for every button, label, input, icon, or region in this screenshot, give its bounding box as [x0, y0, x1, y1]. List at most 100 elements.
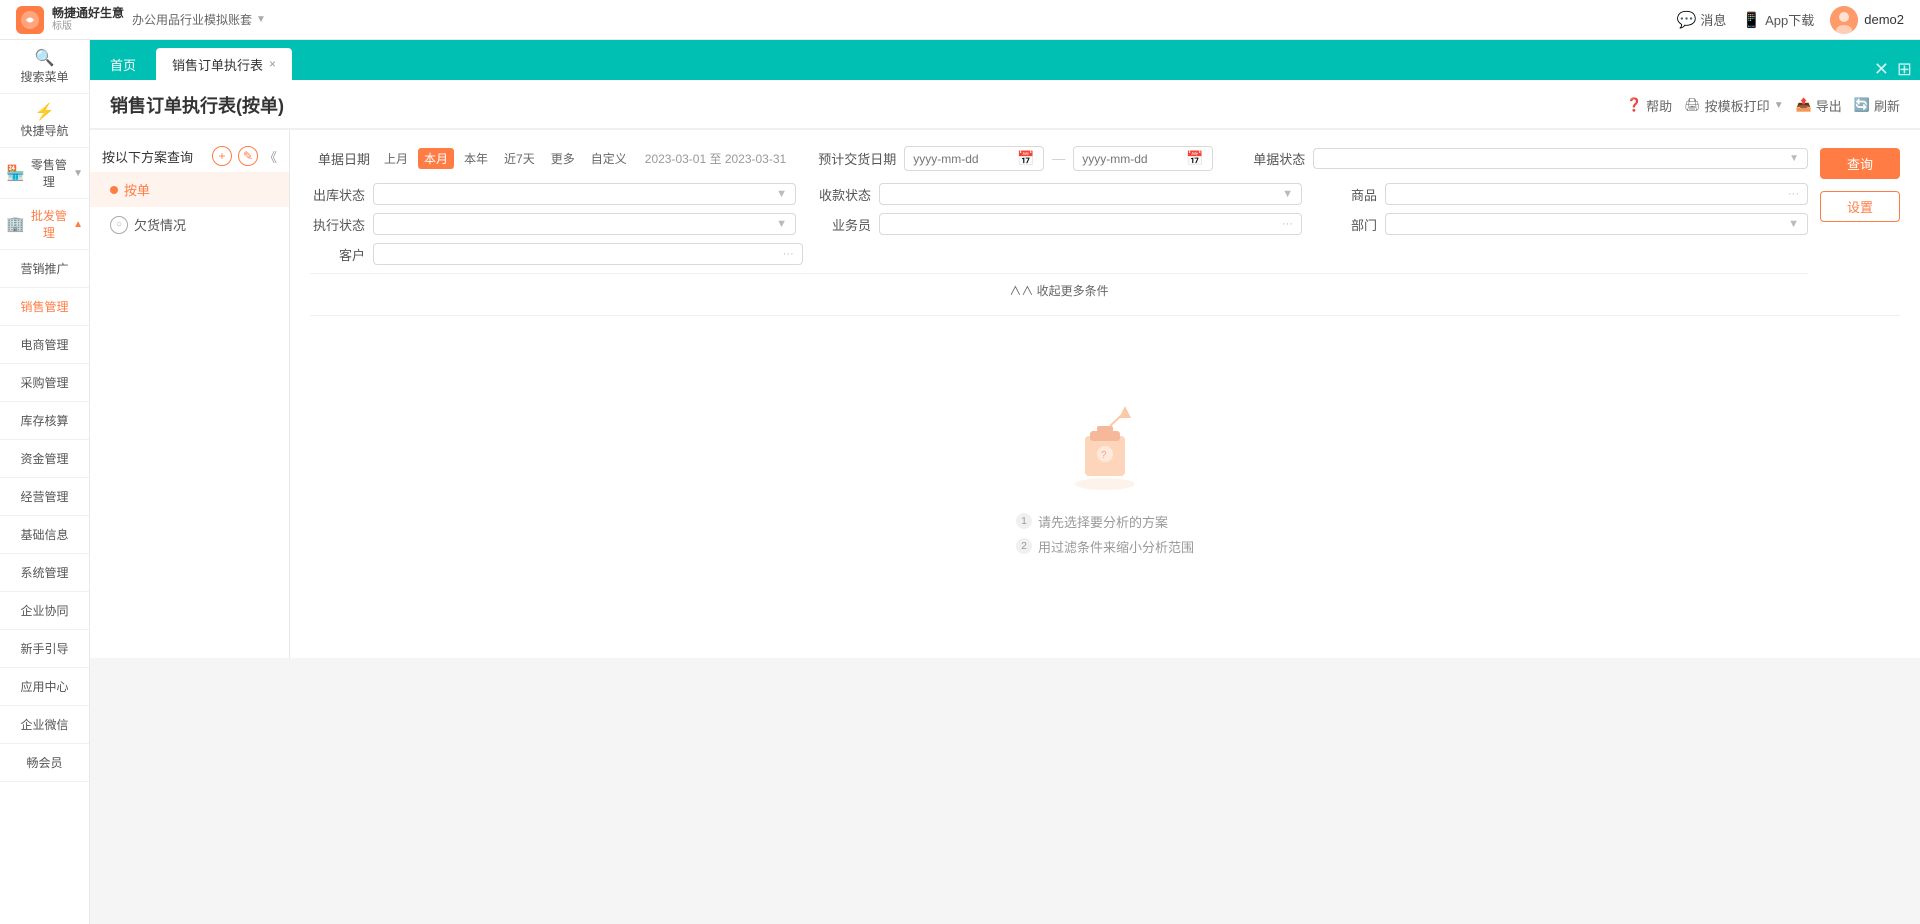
calendar-end-icon[interactable]: 📅: [1186, 150, 1203, 167]
sidebar-item-base[interactable]: 基础信息: [0, 516, 89, 554]
sidebar-item-enterprise[interactable]: 企业协同: [0, 592, 89, 630]
edit-scheme-button[interactable]: ✎: [238, 146, 258, 166]
sidebar-item-newuser[interactable]: 新手引导: [0, 630, 89, 668]
retail-arrow-icon: ▼: [73, 168, 83, 179]
calendar-start-icon[interactable]: 📅: [1017, 150, 1034, 167]
svg-text:?: ?: [1101, 450, 1107, 461]
sidebar-item-marketing[interactable]: 营销推广: [0, 250, 89, 288]
scheme-item-shortage[interactable]: ○ 欠货情况: [90, 207, 289, 242]
date-tab-lastmonth[interactable]: 上月: [378, 148, 414, 169]
outbound-select[interactable]: ▼: [373, 183, 796, 205]
sidebar-item-finance[interactable]: 资金管理: [0, 440, 89, 478]
dept-filter-label: 部门: [1322, 215, 1377, 234]
export-button[interactable]: 📤 导出: [1796, 96, 1842, 115]
date-tab-7days[interactable]: 近7天: [498, 148, 541, 169]
member-label: 畅会员: [6, 754, 83, 771]
help-button[interactable]: ❓ 帮助: [1626, 96, 1672, 115]
app-name: 畅捷通好生意: [52, 6, 124, 20]
receipt-select[interactable]: ▼: [879, 183, 1302, 205]
sidebar-item-search[interactable]: 🔍 搜索菜单: [0, 40, 89, 94]
exec-select[interactable]: ▼: [373, 213, 796, 235]
collapse-more-button[interactable]: ∧∧ 收起更多条件: [310, 273, 1808, 307]
two-panel: 按以下方案查询 + ✎ 《 按单 ○: [90, 130, 1920, 658]
date-range-text: 2023-03-01 至 2023-03-31: [645, 150, 786, 167]
user-area[interactable]: demo2: [1830, 6, 1904, 34]
sidebar-item-inventory[interactable]: 库存核算: [0, 402, 89, 440]
tab-sales-order[interactable]: 销售订单执行表 ×: [156, 48, 292, 80]
tab-close-window-icon[interactable]: ✕: [1874, 59, 1889, 80]
collapse-panel-button[interactable]: 《: [264, 147, 277, 166]
app-download-button[interactable]: 📱 App下载: [1742, 10, 1814, 29]
left-panel-header: 按以下方案查询 + ✎ 《: [90, 140, 289, 172]
purchase-label: 采购管理: [6, 374, 83, 391]
filter-row-2: 出库状态 ▼ 收款状态: [310, 183, 1808, 205]
goods-filter-cell: 商品 ···: [1322, 183, 1808, 205]
scheme-item-order[interactable]: 按单: [90, 172, 289, 207]
sidebar-item-purchase[interactable]: 采购管理: [0, 364, 89, 402]
add-scheme-button[interactable]: +: [212, 146, 232, 166]
wholesale-arrow-icon: ▲: [73, 219, 83, 230]
username-label: demo2: [1864, 12, 1904, 27]
salesman-filter-cell: 业务员 ···: [816, 213, 1302, 235]
dept-arrow-icon: ▼: [1788, 218, 1799, 230]
sidebar-item-ecommerce[interactable]: 电商管理: [0, 326, 89, 364]
expected-date-end-field[interactable]: [1082, 152, 1182, 166]
marketing-label: 营销推广: [6, 260, 83, 277]
expected-date-start-field[interactable]: [913, 152, 1013, 166]
tip1-text: 请先选择要分析的方案: [1038, 512, 1168, 531]
receipt-arrow-icon: ▼: [1282, 188, 1293, 200]
wholesale-icon: 🏢: [6, 215, 25, 233]
print-template-button[interactable]: 🖨 按模板打印 ▼: [1684, 96, 1783, 115]
message-button[interactable]: 💬 消息: [1676, 10, 1726, 30]
sidebar-item-operations[interactable]: 经营管理: [0, 478, 89, 516]
collapse-arrow-icon: ∧∧: [1009, 284, 1033, 298]
message-icon: 💬: [1676, 10, 1696, 30]
goods-input[interactable]: ···: [1385, 183, 1808, 205]
salesman-input[interactable]: ···: [879, 213, 1302, 235]
sidebar-item-quicknav[interactable]: ⚡ 快捷导航: [0, 94, 89, 148]
date-filter-label: 单据日期: [310, 149, 370, 168]
status-select[interactable]: ▼: [1313, 148, 1808, 169]
breadcrumb-expand-icon[interactable]: ▼: [256, 14, 266, 25]
query-button[interactable]: 查询: [1820, 148, 1900, 179]
date-filter-section: 单据日期 上月 本月 本年 近7天 更多 自定义: [310, 148, 786, 169]
main-container: 🔍 搜索菜单 ⚡ 快捷导航 🏪 零售管理 ▼ 🏢 批发管理 ▲ 营销推广 销售管…: [0, 40, 1920, 924]
sidebar-item-wholesale[interactable]: 🏢 批发管理 ▲: [0, 199, 89, 250]
app-subtitle: 标版: [52, 21, 124, 33]
appstore-label: 应用中心: [6, 678, 83, 695]
expected-date-start-input[interactable]: 📅: [904, 146, 1044, 171]
finance-label: 资金管理: [6, 450, 83, 467]
settings-button[interactable]: 设置: [1820, 191, 1900, 222]
tab-close-icon[interactable]: ×: [269, 57, 276, 71]
tab-bar: 首页 销售订单执行表 × ✕ ⊞: [90, 40, 1920, 80]
collapse-more-label: 收起更多条件: [1037, 284, 1109, 298]
breadcrumb-text: 办公用品行业模拟账套: [132, 11, 252, 28]
customer-more-icon: ···: [783, 248, 794, 260]
customer-input[interactable]: ···: [373, 243, 803, 265]
exec-filter-cell: 执行状态 ▼: [310, 213, 796, 235]
date-tab-thisyear[interactable]: 本年: [458, 148, 494, 169]
sidebar-item-wechat[interactable]: 企业微信: [0, 706, 89, 744]
page-content: 销售订单执行表(按单) ❓ 帮助 🖨 按模板打印 ▼ 📤: [90, 80, 1920, 924]
date-tab-thismonth[interactable]: 本月: [418, 148, 454, 169]
expected-date-end-input[interactable]: 📅: [1073, 146, 1213, 171]
expected-date-section: 预计交货日期 📅 — 📅: [818, 146, 1213, 171]
sidebar-item-appstore[interactable]: 应用中心: [0, 668, 89, 706]
sidebar-item-system[interactable]: 系统管理: [0, 554, 89, 592]
right-panel: 单据日期 上月 本月 本年 近7天 更多 自定义: [290, 130, 1920, 658]
app-logo: [16, 6, 44, 34]
help-label: 帮助: [1646, 96, 1672, 115]
dept-select[interactable]: ▼: [1385, 213, 1808, 235]
page-header: 销售订单执行表(按单) ❓ 帮助 🖨 按模板打印 ▼ 📤: [90, 80, 1920, 129]
sidebar-item-member[interactable]: 畅会员: [0, 744, 89, 782]
sidebar-item-retail[interactable]: 🏪 零售管理 ▼: [0, 148, 89, 199]
refresh-label: 刷新: [1874, 96, 1900, 115]
date-tab-more[interactable]: 更多: [545, 148, 581, 169]
tab-home[interactable]: 首页: [94, 48, 152, 80]
refresh-button[interactable]: 🔄 刷新: [1854, 96, 1900, 115]
search-icon: 🔍: [6, 48, 83, 68]
date-tab-custom[interactable]: 自定义: [585, 148, 633, 169]
tab-maximize-icon[interactable]: ⊞: [1897, 59, 1912, 80]
sidebar-item-sales[interactable]: 销售管理: [0, 288, 89, 326]
top-bar-left: 畅捷通好生意 标版 办公用品行业模拟账套 ▼: [16, 6, 266, 34]
